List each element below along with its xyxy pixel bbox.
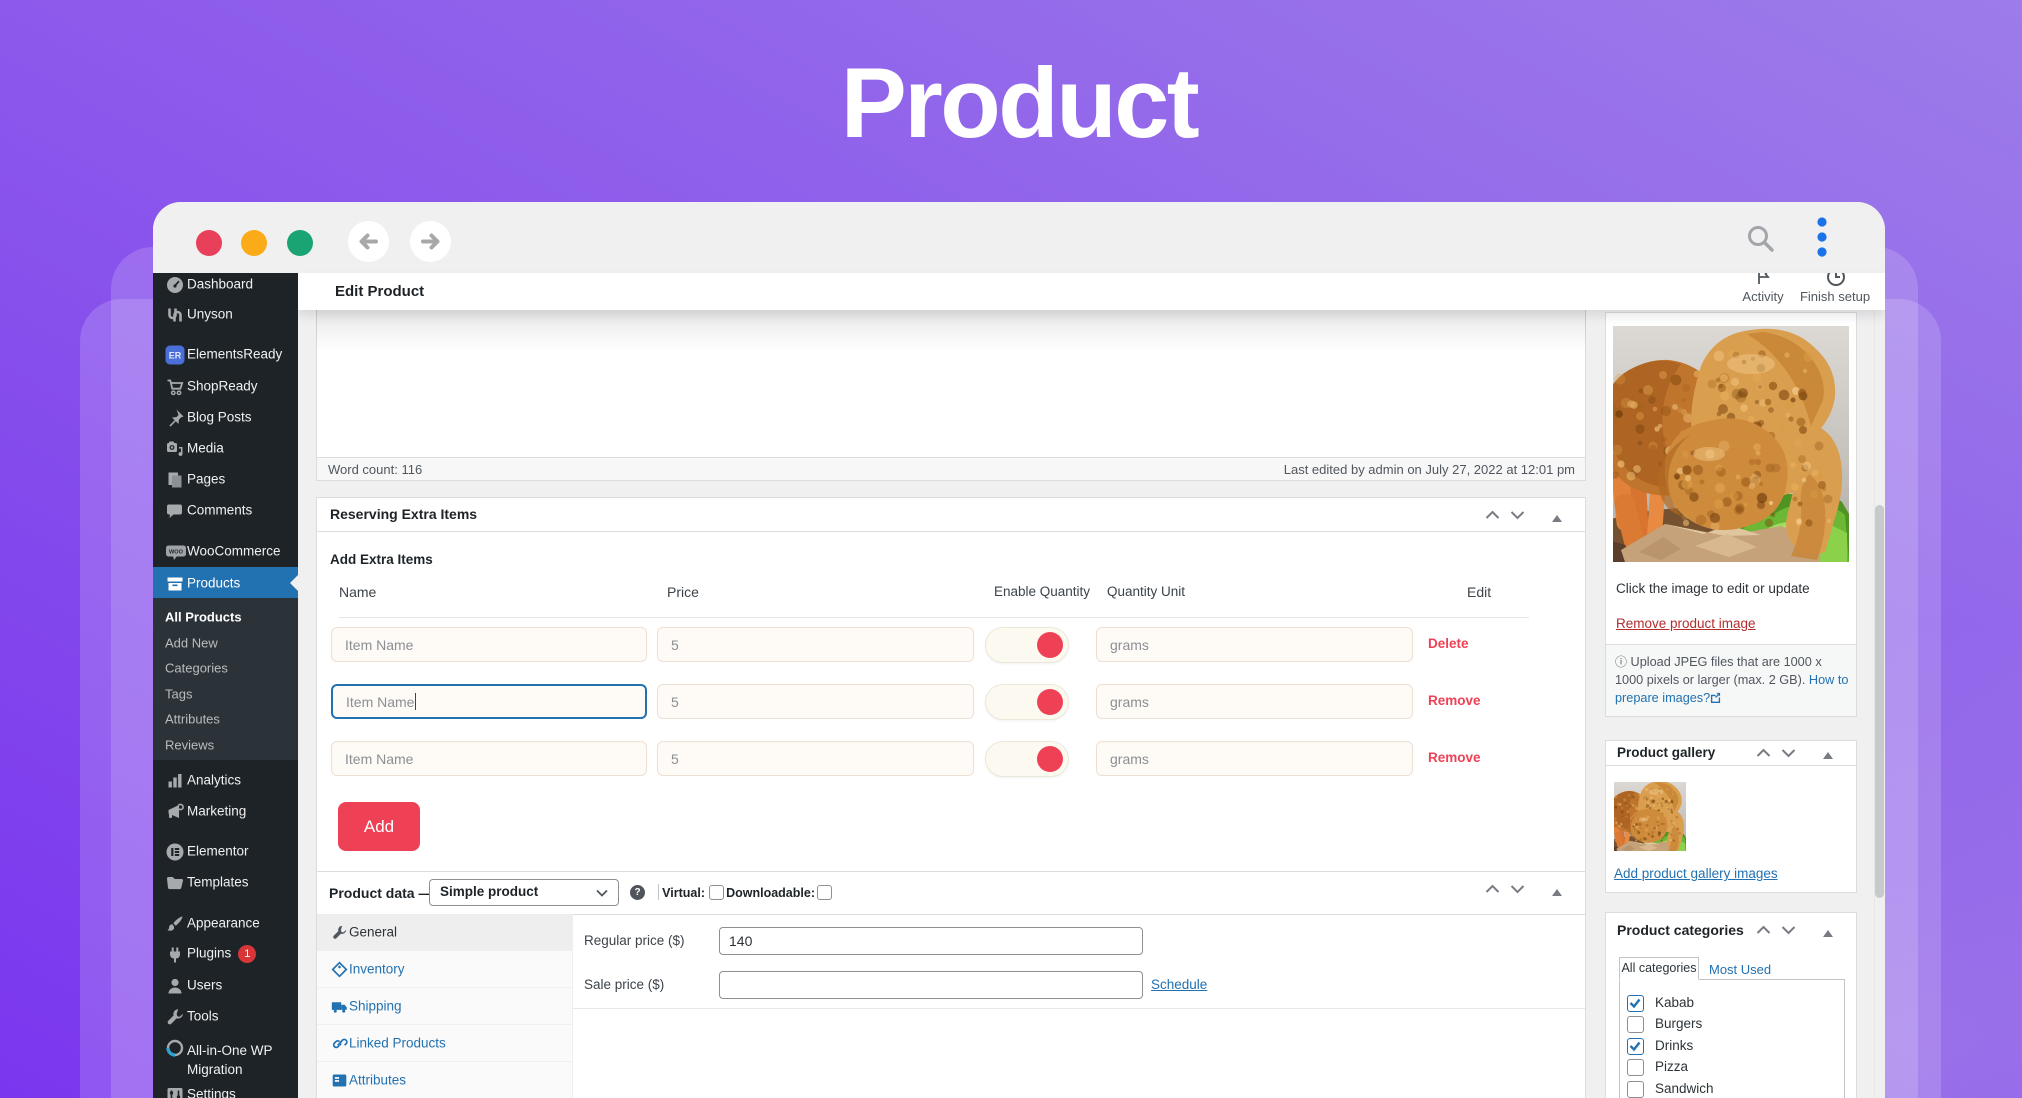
svg-text:WOO: WOO bbox=[169, 550, 184, 556]
svg-text:ER: ER bbox=[169, 351, 182, 361]
